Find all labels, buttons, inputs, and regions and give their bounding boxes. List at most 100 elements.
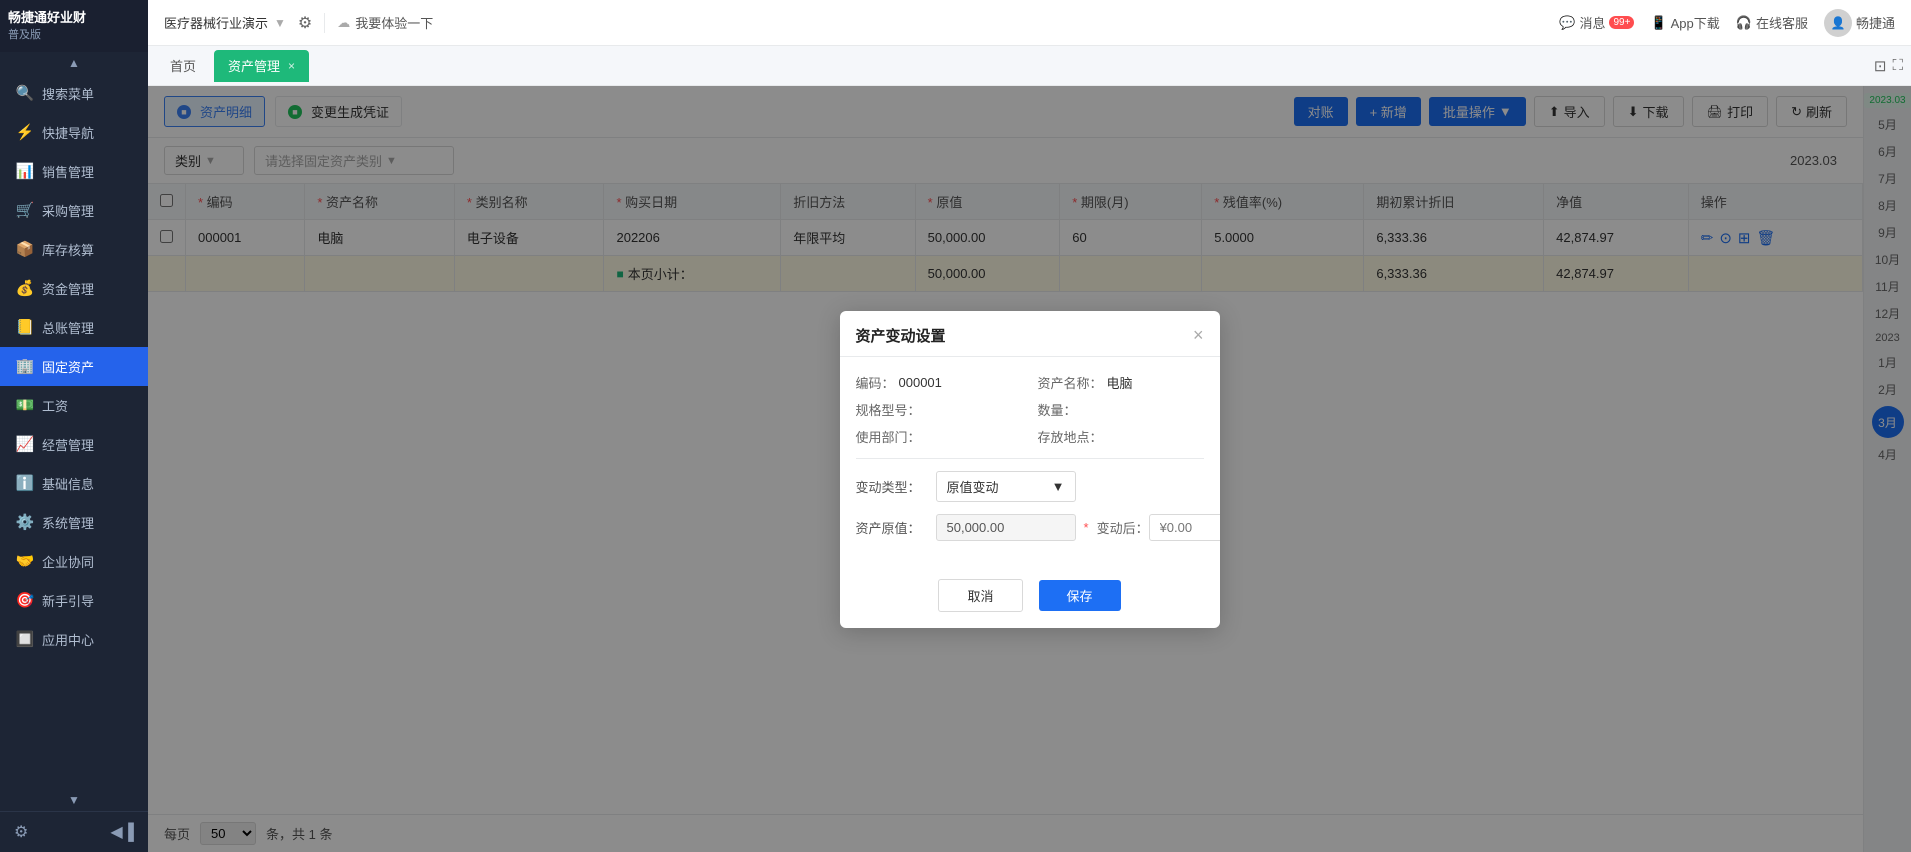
sidebar-item-salary[interactable]: 💵 工资 [0,386,148,425]
sidebar-item-ledger[interactable]: 📒 总账管理 [0,308,148,347]
sidebar-item-label: 企业协同 [42,552,94,571]
ledger-icon: 📒 [16,318,34,336]
code-label: 编码： [856,373,895,392]
dialog-header: 资产变动设置 × [840,311,1220,357]
search-icon: 🔍 [16,84,34,102]
collapse-icon[interactable]: ◀▐ [110,822,134,842]
sidebar-item-operations[interactable]: 📈 经营管理 [0,425,148,464]
avatar: 👤 [1824,9,1852,37]
support-btn[interactable]: 🎧 在线客服 [1736,13,1808,32]
sidebar: 畅捷通好业财 普及版 ▲ 🔍 搜索菜单 ⚡ 快捷导航 📊 销售管理 🛒 采购 [0,0,148,852]
change-type-dropdown-icon: ▼ [1052,479,1065,494]
dialog-info-dept: 使用部门： [856,427,1022,446]
content-area: ■ 资产明细 ■ 变更生成凭证 对账 + 新增 批量操作 [148,86,1911,852]
sidebar-item-finance[interactable]: 💰 资金管理 [0,269,148,308]
money-icon: 💰 [16,279,34,297]
settings-icon[interactable]: ⚙ [14,822,28,842]
topbar-right: 💬 消息 99+ 📱 App下载 🎧 在线客服 👤 畅捷通 [1559,9,1895,37]
dialog-footer: 取消 保存 [840,569,1220,628]
sidebar-item-purchase[interactable]: 🛒 采购管理 [0,191,148,230]
company-dropdown-icon: ▼ [274,16,286,30]
sidebar-item-label: 工资 [42,396,68,415]
sidebar-item-label: 总账管理 [42,318,94,337]
experience-btn[interactable]: ☁ 我要体验一下 [337,13,433,32]
sidebar-item-label: 销售管理 [42,162,94,181]
dialog-info-name: 资产名称： 电脑 [1038,373,1204,392]
dialog-info-grid: 编码： 000001 资产名称： 电脑 规格型号： [856,373,1204,446]
topbar-settings-icon[interactable]: ⚙ [298,13,312,33]
sidebar-item-sales[interactable]: 📊 销售管理 [0,152,148,191]
building-icon: 🏢 [16,357,34,375]
sidebar-item-fixed-assets[interactable]: 🏢 固定资产 [0,347,148,386]
apps-icon: 🔲 [16,630,34,648]
sidebar-item-inventory[interactable]: 📦 库存核算 [0,230,148,269]
download-btn[interactable]: 📱 App下载 [1650,13,1719,32]
system-icon: ⚙️ [16,513,34,531]
sidebar-item-label: 经营管理 [42,435,94,454]
salary-icon: 💵 [16,396,34,414]
sidebar-scroll-up[interactable]: ▲ [0,52,148,74]
dialog-info-qty: 数量： [1038,400,1204,419]
change-type-select[interactable]: 原值变动 ▼ [936,471,1076,502]
tab-close-icon[interactable]: × [288,59,295,73]
tab-home-label: 首页 [170,56,196,75]
chart-icon: 📊 [16,162,34,180]
messages-btn[interactable]: 💬 消息 99+ [1559,13,1634,32]
sidebar-item-label: 新手引导 [42,591,94,610]
sidebar-item-label: 基础信息 [42,474,94,493]
sidebar-item-search[interactable]: 🔍 搜索菜单 [0,74,148,113]
tabbar-actions: ⊡ ⛶ [1874,57,1903,75]
asset-name-value: 电脑 [1107,373,1133,392]
topbar-divider [324,13,325,33]
topbar: 医疗器械行业演示 ▼ ⚙ ☁ 我要体验一下 💬 消息 99+ 📱 App下载 [148,0,1911,46]
sidebar-item-apps[interactable]: 🔲 应用中心 [0,620,148,659]
sidebar-item-nav[interactable]: ⚡ 快捷导航 [0,113,148,152]
dialog-title: 资产变动设置 [856,325,946,346]
tab-asset-label: 资产管理 [228,56,280,75]
dialog-body: 编码： 000001 资产名称： 电脑 规格型号： [840,357,1220,569]
asset-name-label: 资产名称： [1038,373,1103,392]
tab-maximize-btn[interactable]: ⛶ [1892,57,1903,74]
sidebar-item-system[interactable]: ⚙️ 系统管理 [0,503,148,542]
tab-window-restore-btn[interactable]: ⊡ [1874,57,1887,75]
download-icon: 📱 [1650,15,1666,31]
headset-icon: 🎧 [1736,15,1752,31]
app-version: 普及版 [8,26,86,42]
dialog-overlay: 资产变动设置 × 编码： 000001 资产名称： 电脑 [148,86,1911,852]
message-badge: 99+ [1609,16,1634,29]
app-name: 畅捷通好业财 [8,10,86,26]
cloud-icon: ☁ [337,15,350,31]
sidebar-item-guide[interactable]: 🎯 新手引导 [0,581,148,620]
download-label: App下载 [1671,13,1720,32]
dialog-close-button[interactable]: × [1193,325,1204,346]
after-change-label: 变动后： [1097,518,1149,537]
operations-icon: 📈 [16,435,34,453]
cancel-button[interactable]: 取消 [938,579,1022,612]
sidebar-item-label: 库存核算 [42,240,94,259]
dialog-info-spec: 规格型号： [856,400,1022,419]
sidebar-header: 畅捷通好业财 普及版 [0,0,148,52]
tab-asset-management[interactable]: 资产管理 × [214,50,309,82]
dialog-info-code: 编码： 000001 [856,373,1022,392]
required-star: * [1084,520,1089,535]
dialog-divider [856,458,1204,459]
collab-icon: 🤝 [16,552,34,570]
save-button[interactable]: 保存 [1039,580,1121,611]
sidebar-item-collab[interactable]: 🤝 企业协同 [0,542,148,581]
location-label: 存放地点： [1038,427,1103,446]
sidebar-item-basic-info[interactable]: ℹ️ 基础信息 [0,464,148,503]
box-icon: 📦 [16,240,34,258]
after-change-input[interactable] [1149,514,1220,541]
tab-home[interactable]: 首页 [156,50,210,82]
sidebar-item-label: 资金管理 [42,279,94,298]
sidebar-scroll-down[interactable]: ▼ [0,789,148,811]
user-menu[interactable]: 👤 畅捷通 [1824,9,1895,37]
support-label: 在线客服 [1756,13,1808,32]
info-icon: ℹ️ [16,474,34,492]
cart-icon: 🛒 [16,201,34,219]
company-name: 医疗器械行业演示 [164,13,268,32]
experience-label: 我要体验一下 [355,13,433,32]
username: 畅捷通 [1856,13,1895,32]
company-selector[interactable]: 医疗器械行业演示 ▼ [164,13,286,32]
sidebar-item-label: 快捷导航 [42,123,94,142]
